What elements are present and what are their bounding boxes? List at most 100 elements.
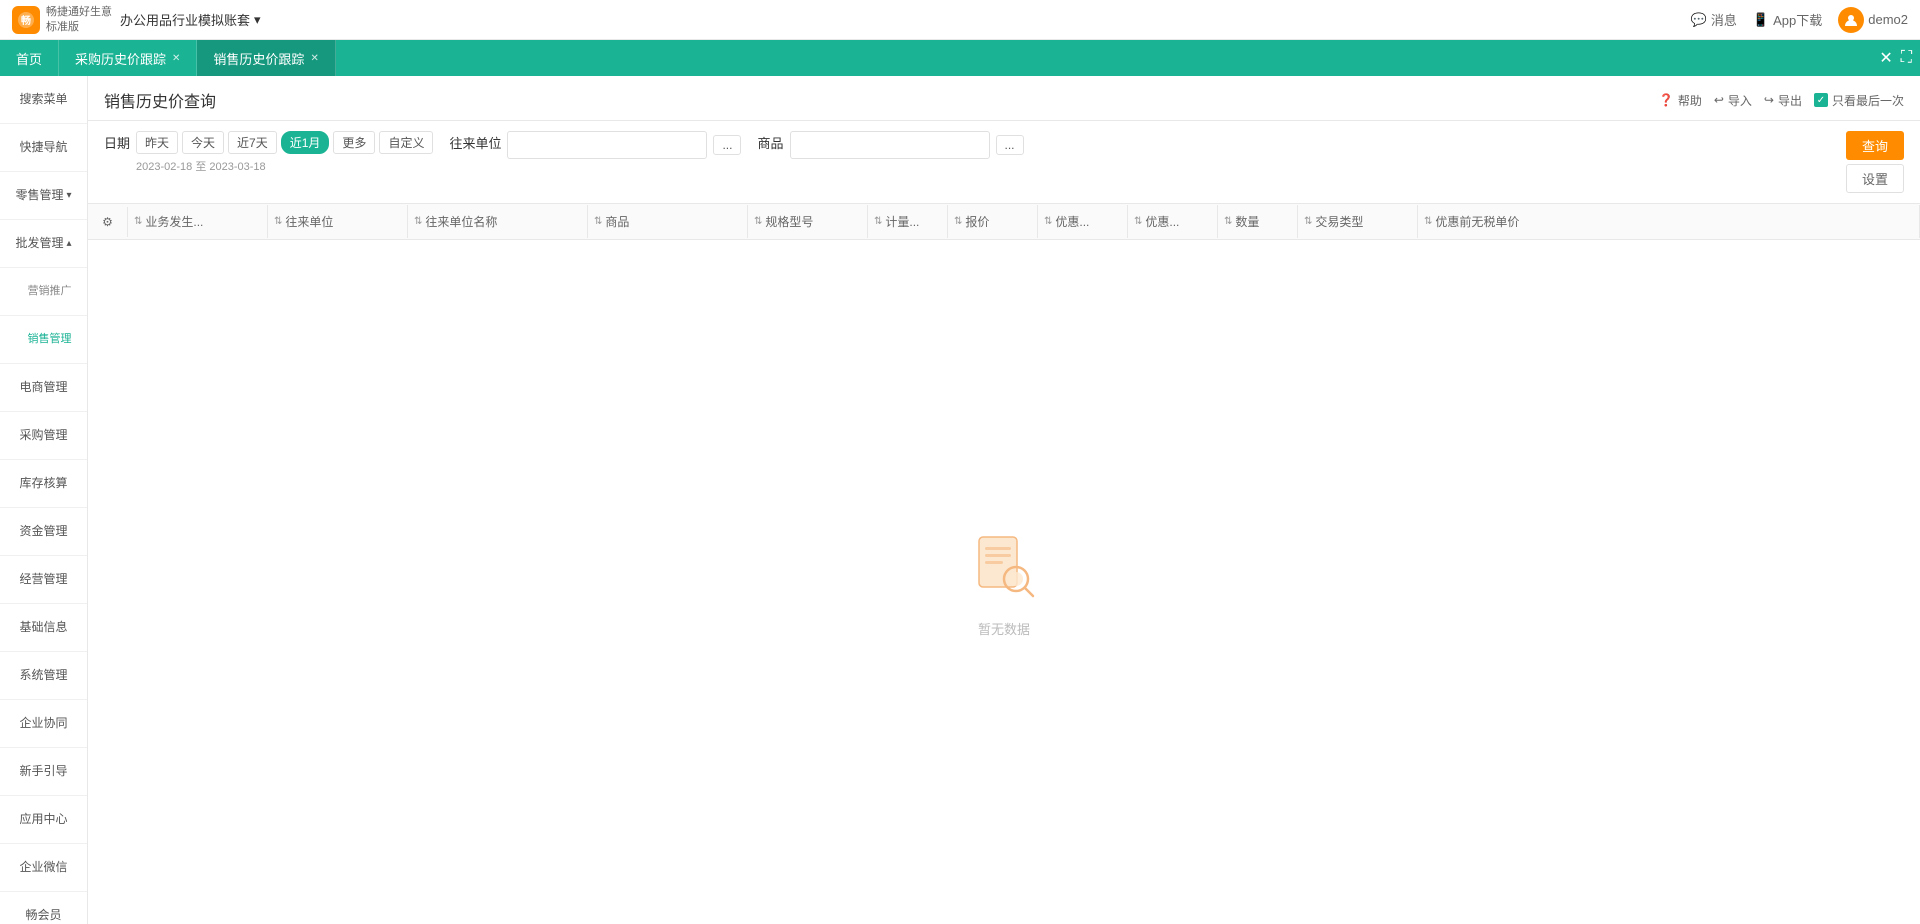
th-settings[interactable]: ⚙ [88, 207, 128, 237]
th-trade-type-label: 交易类型 [1315, 213, 1363, 230]
only-last-checkbox-group[interactable]: ✓ 只看最后一次 [1814, 92, 1904, 109]
th-unit-name[interactable]: ⇅ 往来单位名称 [408, 205, 588, 238]
sidebar-label-purchase-mgmt: 采购管理 [19, 428, 67, 444]
settings-icon: ⚙ [102, 215, 113, 229]
tab-purchase-history[interactable]: 采购历史价跟踪 ✕ [59, 40, 197, 76]
dropdown-icon: ▾ [254, 12, 261, 28]
sidebar-label-finance-mgmt: 资金管理 [19, 524, 67, 540]
page-title: 销售历史价查询 [104, 88, 216, 112]
sidebar-label-ops-mgmt: 经营管理 [19, 572, 67, 588]
download-icon: 📱 [1753, 12, 1769, 28]
sidebar-item-system-mgmt[interactable]: 系统管理 [0, 652, 87, 700]
help-label: 帮助 [1678, 92, 1702, 109]
date-btn-custom[interactable]: 自定义 [379, 131, 433, 154]
sidebar-item-purchase-mgmt[interactable]: 采购管理 [0, 412, 87, 460]
tab-sales-close-icon[interactable]: ✕ [310, 53, 318, 64]
export-icon: ↪ [1764, 93, 1774, 107]
empty-text: 暂无数据 [978, 619, 1030, 638]
sidebar-item-member[interactable]: 畅会员 [0, 892, 87, 924]
sidebar-item-app-center[interactable]: 应用中心 [0, 796, 87, 844]
sidebar-label-enterprise-wechat: 企业微信 [19, 860, 67, 876]
tab-purchase-history-label: 采购历史价跟踪 [75, 49, 166, 68]
product-ellipsis-button[interactable]: ... [996, 135, 1024, 155]
th-qty-label: 数量 [1235, 213, 1259, 230]
sidebar-item-search-menu[interactable]: 搜索菜单 [0, 76, 87, 124]
empty-icon [964, 527, 1044, 607]
sidebar-item-marketing-promo[interactable]: 营销推广 [0, 268, 87, 316]
product-filter-group: 商品 ... [757, 131, 1023, 159]
only-last-checkbox[interactable]: ✓ [1814, 93, 1828, 107]
sidebar-item-ecom-mgmt[interactable]: 电商管理 [0, 364, 87, 412]
th-price-label: 报价 [965, 213, 989, 230]
expand-icon[interactable]: ⛶ [1901, 49, 1912, 67]
sort-icon-discount1: ⇅ [1044, 216, 1052, 227]
sort-icon-uom: ⇅ [874, 216, 882, 227]
content-area: 销售历史价查询 ❓ 帮助 ↩ 导入 ↪ 导出 ✓ 只看最后一次 [88, 76, 1920, 924]
sidebar-item-retail-mgmt[interactable]: 零售管理 ▾ [0, 172, 87, 220]
message-button[interactable]: 💬 消息 [1691, 10, 1737, 29]
sidebar-item-wholesale-mgmt[interactable]: 批发管理 ▴ [0, 220, 87, 268]
tab-sales-history[interactable]: 销售历史价跟踪 ✕ [197, 40, 335, 76]
sidebar-item-inventory-calc[interactable]: 库存核算 [0, 460, 87, 508]
date-range-text: 2023-02-18 至 2023-03-18 [136, 158, 433, 174]
import-icon: ↩ [1714, 93, 1724, 107]
sidebar-item-finance-mgmt[interactable]: 资金管理 [0, 508, 87, 556]
date-btn-last1m[interactable]: 近1月 [281, 131, 330, 154]
table-header: ⚙ ⇅ 业务发生... ⇅ 往来单位 ⇅ 往来单位名称 ⇅ 商品 [88, 204, 1920, 240]
th-qty[interactable]: ⇅ 数量 [1218, 205, 1298, 238]
th-uom[interactable]: ⇅ 计量... [868, 205, 948, 238]
settings-button[interactable]: 设置 [1846, 164, 1904, 193]
app-title-dropdown[interactable]: 办公用品行业模拟账套 ▾ [120, 10, 261, 29]
partner-ellipsis-button[interactable]: ... [713, 135, 741, 155]
sidebar-item-base-info[interactable]: 基础信息 [0, 604, 87, 652]
top-bar-right: 💬 消息 📱 App下载 demo2 [1691, 7, 1908, 33]
th-discount1[interactable]: ⇅ 优惠... [1038, 205, 1128, 238]
import-button[interactable]: ↩ 导入 [1714, 92, 1752, 109]
sidebar-item-new-guide[interactable]: 新手引导 [0, 748, 87, 796]
query-button[interactable]: 查询 [1846, 131, 1904, 160]
sidebar-item-sales-mgmt[interactable]: 销售管理 [0, 316, 87, 364]
import-label: 导入 [1728, 92, 1752, 109]
user-profile[interactable]: demo2 [1838, 7, 1908, 33]
date-btn-last7[interactable]: 近7天 [228, 131, 277, 154]
sidebar-item-ops-mgmt[interactable]: 经营管理 [0, 556, 87, 604]
th-spec-label: 规格型号 [765, 213, 813, 230]
help-icon: ❓ [1659, 93, 1674, 107]
table-container: ⚙ ⇅ 业务发生... ⇅ 往来单位 ⇅ 往来单位名称 ⇅ 商品 [88, 204, 1920, 924]
th-discount2[interactable]: ⇅ 优惠... [1128, 205, 1218, 238]
close-all-icon[interactable]: ✕ [1879, 48, 1892, 68]
date-btn-today[interactable]: 今天 [182, 131, 224, 154]
date-buttons: 昨天 今天 近7天 近1月 更多 自定义 [136, 131, 433, 154]
product-input-group: ... [790, 131, 1024, 159]
product-input[interactable] [790, 131, 990, 159]
th-tax-free[interactable]: ⇅ 优惠前无税单价 [1418, 205, 1920, 238]
th-biz-date[interactable]: ⇅ 业务发生... [128, 205, 268, 238]
th-discount2-label: 优惠... [1145, 213, 1179, 230]
partner-input-group: ... [507, 131, 741, 159]
sidebar-label-search-menu: 搜索菜单 [19, 92, 67, 108]
export-button[interactable]: ↪ 导出 [1764, 92, 1802, 109]
partner-input[interactable] [507, 131, 707, 159]
app-download-button[interactable]: 📱 App下载 [1753, 10, 1822, 29]
tab-sales-history-label: 销售历史价跟踪 [213, 49, 304, 68]
tab-purchase-close-icon[interactable]: ✕ [172, 53, 180, 64]
help-button[interactable]: ❓ 帮助 [1659, 92, 1702, 109]
date-btn-more[interactable]: 更多 [333, 131, 375, 154]
only-last-label: 只看最后一次 [1832, 92, 1904, 109]
date-btn-yesterday[interactable]: 昨天 [136, 131, 178, 154]
sort-icon-trade-type: ⇅ [1304, 216, 1312, 227]
sort-icon-discount2: ⇅ [1134, 216, 1142, 227]
th-trade-type[interactable]: ⇅ 交易类型 [1298, 205, 1418, 238]
th-product[interactable]: ⇅ 商品 [588, 205, 748, 238]
sidebar-item-enterprise-collab[interactable]: 企业协同 [0, 700, 87, 748]
logo-text: 畅捷通好生意 标准版 [46, 5, 112, 34]
sidebar-item-quick-nav[interactable]: 快捷导航 [0, 124, 87, 172]
logo-area: 畅 畅捷通好生意 标准版 [12, 5, 112, 34]
sidebar-label-quick-nav: 快捷导航 [19, 140, 67, 156]
sidebar-item-enterprise-wechat[interactable]: 企业微信 [0, 844, 87, 892]
date-filter-group: 日期 昨天 今天 近7天 近1月 更多 自定义 2023-02-18 至 202… [104, 131, 433, 174]
th-price[interactable]: ⇅ 报价 [948, 205, 1038, 238]
tab-home[interactable]: 首页 [0, 40, 59, 76]
th-spec[interactable]: ⇅ 规格型号 [748, 205, 868, 238]
th-unit-code[interactable]: ⇅ 往来单位 [268, 205, 408, 238]
